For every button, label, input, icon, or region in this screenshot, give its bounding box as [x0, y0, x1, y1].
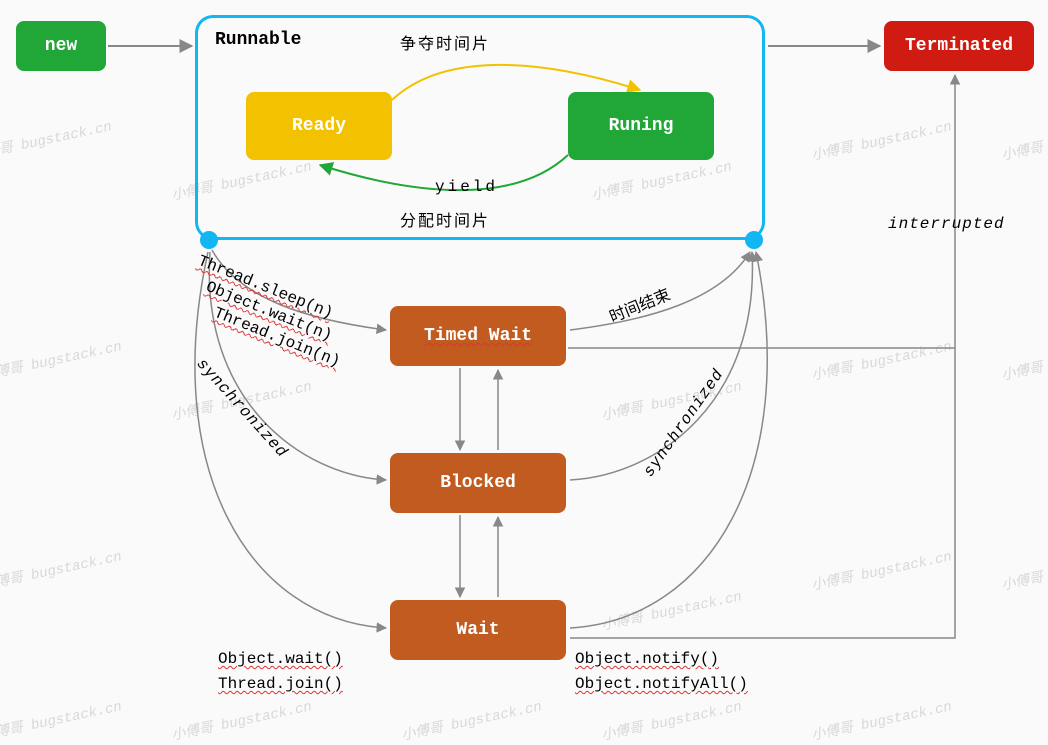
label-alloc-slice: 分配时间片	[400, 207, 490, 231]
state-wait: Wait	[390, 600, 566, 660]
connector-dot-left	[200, 231, 218, 249]
watermark: 小傅哥 bugstack.cn	[399, 695, 543, 744]
label-interrupted: interrupted	[888, 215, 1005, 233]
label-object-notifyall: Object.notifyAll()	[575, 675, 748, 693]
state-new: new	[16, 21, 106, 71]
label-synchronized-left: synchronized	[193, 355, 292, 462]
connector-dot-right	[745, 231, 763, 249]
watermark: 小傅哥 bugstack.cn	[599, 585, 743, 634]
watermark: 小傅哥 bugstack.cn	[999, 545, 1048, 594]
label-yield: yield	[435, 178, 498, 196]
label-thread-join: Thread.join()	[218, 675, 343, 693]
watermark: 小傅哥 bugstack.cn	[0, 335, 123, 384]
watermark: 小傅哥 bugstack.cn	[809, 115, 953, 164]
watermark: 小傅哥 bugstack.cn	[0, 695, 123, 744]
watermark: 小傅哥 bugstack.cn	[599, 695, 743, 744]
label-synchronized-right: synchronized	[640, 366, 728, 481]
label-time-end: 时间结束	[605, 281, 673, 327]
state-ready: Ready	[246, 92, 392, 160]
state-blocked: Blocked	[390, 453, 566, 513]
label-compete-slice: 争夺时间片	[400, 30, 490, 54]
label-object-notify: Object.notify()	[575, 650, 719, 668]
state-timed-wait-label: Timed Wait	[424, 326, 532, 346]
watermark: 小傅哥 bugstack.cn	[169, 695, 313, 744]
watermark: 小傅哥 bugstack.cn	[0, 545, 123, 594]
watermark: 小傅哥 bugstack.cn	[809, 695, 953, 744]
state-running: Runing	[568, 92, 714, 160]
state-terminated: Terminated	[884, 21, 1034, 71]
watermark: 小傅哥 bugstack.cn	[999, 115, 1048, 164]
watermark: 小傅哥 bugstack.cn	[0, 115, 113, 164]
label-object-wait: Object.wait()	[218, 650, 343, 668]
runnable-label: Runnable	[215, 30, 301, 50]
watermark: 小傅哥 bugstack.cn	[809, 335, 953, 384]
state-timed-wait: Timed Wait	[390, 306, 566, 366]
watermark: 小傅哥 bugstack.cn	[809, 545, 953, 594]
watermark: 小傅哥 bugstack.cn	[999, 335, 1048, 384]
